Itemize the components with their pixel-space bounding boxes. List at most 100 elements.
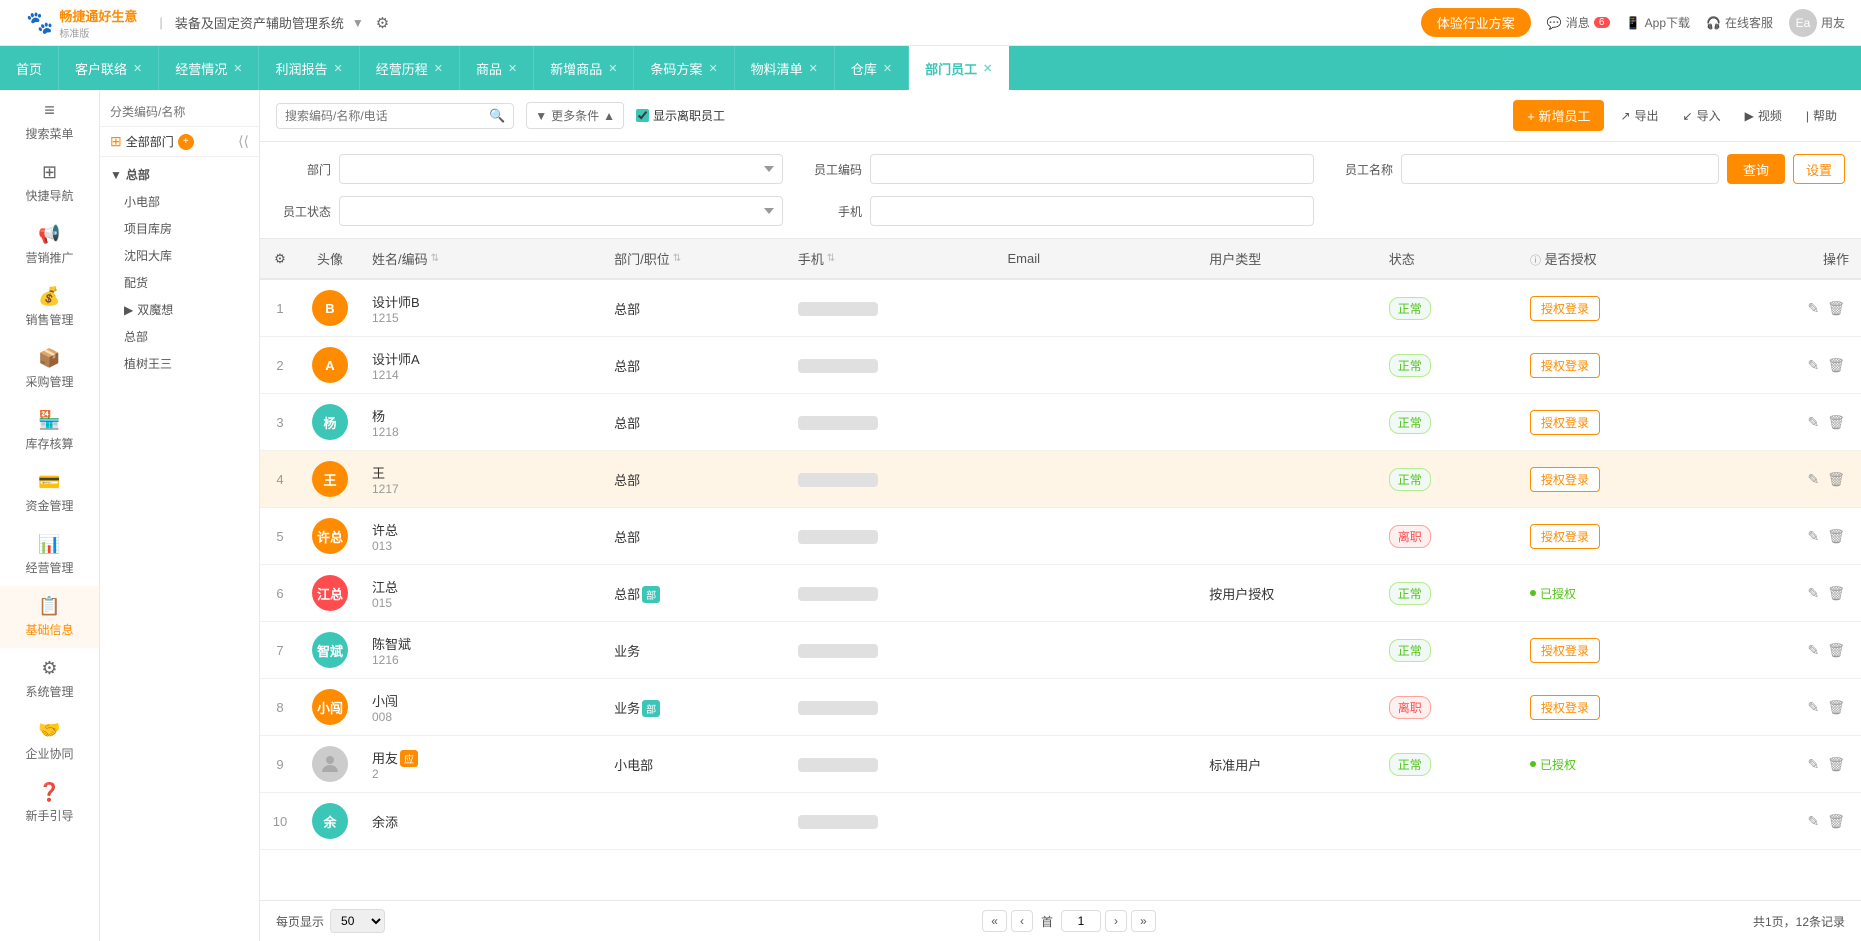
edit-btn[interactable]: ✎ [1803, 526, 1823, 547]
th-phone[interactable]: 手机 ⇅ [786, 239, 996, 279]
page-size-select[interactable]: 50 20 100 [330, 909, 385, 933]
page-num-input[interactable] [1061, 910, 1101, 932]
online-service-btn[interactable]: 🎧 在线客服 [1706, 14, 1773, 31]
delete-btn[interactable]: 🗑 [1823, 697, 1849, 718]
dept-node-headquarters[interactable]: ▼ 总部 [100, 161, 259, 188]
sidebar-item-inventory[interactable]: 🏪 库存核算 [0, 400, 99, 462]
dept-node-headquarters-sub[interactable]: 总部 [100, 323, 259, 350]
phone-input[interactable] [870, 196, 1314, 226]
nav-item-customer[interactable]: 客户联络 ✕ [59, 46, 159, 90]
auth-btn[interactable]: 授权登录 [1530, 296, 1600, 321]
show-resigned-checkbox[interactable]: 显示离职员工 [636, 107, 725, 124]
dept-search-input[interactable] [110, 105, 260, 119]
delete-btn[interactable]: 🗑 [1823, 298, 1849, 319]
nav-item-home[interactable]: 首页 [0, 46, 59, 90]
close-icon-barcode[interactable]: ✕ [708, 62, 717, 75]
nav-item-product[interactable]: 商品 ✕ [460, 46, 534, 90]
close-icon-warehouse[interactable]: ✕ [883, 62, 892, 75]
close-icon-history[interactable]: ✕ [434, 62, 443, 75]
setting-btn[interactable]: 设置 [1793, 154, 1845, 184]
close-icon-operation[interactable]: ✕ [233, 62, 242, 75]
emp-status-select[interactable] [339, 196, 783, 226]
th-settings[interactable]: ⚙ [260, 239, 300, 279]
sidebar-item-collab[interactable]: 🤝 企业协同 [0, 710, 99, 772]
close-icon-profit[interactable]: ✕ [334, 62, 343, 75]
close-icon-bom[interactable]: ✕ [809, 62, 818, 75]
chevron-down-icon[interactable]: ▼ [352, 16, 364, 30]
auth-btn[interactable]: 授权登录 [1530, 410, 1600, 435]
nav-item-bom[interactable]: 物料清单 ✕ [735, 46, 835, 90]
sidebar-item-guide[interactable]: ❓ 新手引导 [0, 772, 99, 834]
edit-btn[interactable]: ✎ [1803, 355, 1823, 376]
app-download-btn[interactable]: 📱 App下载 [1626, 14, 1690, 31]
delete-btn[interactable]: 🗑 [1823, 754, 1849, 775]
auth-btn[interactable]: 授权登录 [1530, 467, 1600, 492]
nav-item-warehouse[interactable]: 仓库 ✕ [835, 46, 909, 90]
settings-gear-icon[interactable]: ⚙ [274, 251, 286, 266]
dept-all-header[interactable]: ⊞ 全部部门 + ⟨⟨ [100, 127, 259, 157]
next-page-btn[interactable]: › [1105, 910, 1127, 932]
delete-btn[interactable]: 🗑 [1823, 640, 1849, 661]
auth-btn[interactable]: 授权登录 [1530, 638, 1600, 663]
first-page-btn[interactable]: « [982, 910, 1007, 932]
dept-expand-btn[interactable]: + [178, 134, 194, 150]
delete-btn[interactable]: 🗑 [1823, 469, 1849, 490]
sidebar-item-finance[interactable]: 💳 资金管理 [0, 462, 99, 524]
sidebar-item-system[interactable]: ⚙ 系统管理 [0, 648, 99, 710]
sidebar-item-marketing[interactable]: 📢 营销推广 [0, 214, 99, 276]
message-btn[interactable]: 💬 消息 6 [1547, 14, 1610, 31]
th-dept[interactable]: 部门/职位 ⇅ [602, 239, 786, 279]
delete-btn[interactable]: 🗑 [1823, 583, 1849, 604]
th-name[interactable]: 姓名/编码 ⇅ [360, 239, 602, 279]
edit-btn[interactable]: ✎ [1803, 811, 1823, 832]
delete-btn[interactable]: 🗑 [1823, 526, 1849, 547]
nav-item-employees[interactable]: 部门员工 ✕ [909, 46, 1009, 90]
edit-btn[interactable]: ✎ [1803, 412, 1823, 433]
nav-item-history[interactable]: 经营历程 ✕ [360, 46, 460, 90]
dept-node-small-elec[interactable]: 小电部 [100, 188, 259, 215]
dept-node-shenyang[interactable]: 沈阳大库 [100, 242, 259, 269]
employee-search-input[interactable] [285, 109, 485, 123]
sidebar-item-purchase[interactable]: 📦 采购管理 [0, 338, 99, 400]
sidebar-item-business[interactable]: 📊 经营管理 [0, 524, 99, 586]
nav-item-barcode[interactable]: 条码方案 ✕ [634, 46, 734, 90]
dept-node-shuangmoxiang[interactable]: ▶ 双魔想 [100, 296, 259, 323]
emp-code-input[interactable] [870, 154, 1314, 184]
close-icon-new-product[interactable]: ✕ [608, 62, 617, 75]
edit-btn[interactable]: ✎ [1803, 469, 1823, 490]
more-conditions-btn[interactable]: ▼ 更多条件 ▲ [526, 102, 624, 129]
nav-item-profit[interactable]: 利润报告 ✕ [259, 46, 359, 90]
last-page-btn[interactable]: » [1131, 910, 1156, 932]
edit-btn[interactable]: ✎ [1803, 583, 1823, 604]
nav-item-new-product[interactable]: 新增商品 ✕ [534, 46, 634, 90]
emp-name-input[interactable] [1401, 154, 1719, 184]
show-resigned-input[interactable] [636, 109, 649, 122]
auth-btn[interactable]: 授权登录 [1530, 524, 1600, 549]
dept-select[interactable] [339, 154, 783, 184]
user-menu-btn[interactable]: Ea 用友 [1789, 9, 1845, 37]
auth-btn[interactable]: 授权登录 [1530, 695, 1600, 720]
delete-btn[interactable]: 🗑 [1823, 412, 1849, 433]
sidebar-item-basic[interactable]: 📋 基础信息 [0, 586, 99, 648]
search-icon[interactable]: 🔍 [489, 108, 505, 124]
edit-btn[interactable]: ✎ [1803, 640, 1823, 661]
import-btn[interactable]: ↙ 导入 [1675, 103, 1729, 128]
edit-btn[interactable]: ✎ [1803, 298, 1823, 319]
dept-node-delivery[interactable]: 配货 [100, 269, 259, 296]
delete-btn[interactable]: 🗑 [1823, 355, 1849, 376]
close-icon-product[interactable]: ✕ [508, 62, 517, 75]
export-btn[interactable]: ↗ 导出 [1612, 103, 1666, 128]
add-employee-btn[interactable]: + 新增员工 [1513, 100, 1604, 131]
dept-node-project-room[interactable]: 项目库房 [100, 215, 259, 242]
experience-btn[interactable]: 体验行业方案 [1421, 8, 1531, 37]
sidebar-item-shortcut[interactable]: ⊞ 快捷导航 [0, 152, 99, 214]
help-btn[interactable]: | 帮助 [1798, 103, 1845, 128]
close-icon-customer[interactable]: ✕ [133, 62, 142, 75]
prev-page-btn[interactable]: ‹ [1011, 910, 1033, 932]
sidebar-item-sales[interactable]: 💰 销售管理 [0, 276, 99, 338]
nav-item-operation[interactable]: 经营情况 ✕ [159, 46, 259, 90]
auth-btn[interactable]: 授权登录 [1530, 353, 1600, 378]
gear-icon[interactable]: ⚙ [376, 14, 389, 32]
dept-node-plant-tree[interactable]: 植树王三 [100, 350, 259, 377]
dept-collapse-icon[interactable]: ⟨⟨ [238, 133, 249, 150]
